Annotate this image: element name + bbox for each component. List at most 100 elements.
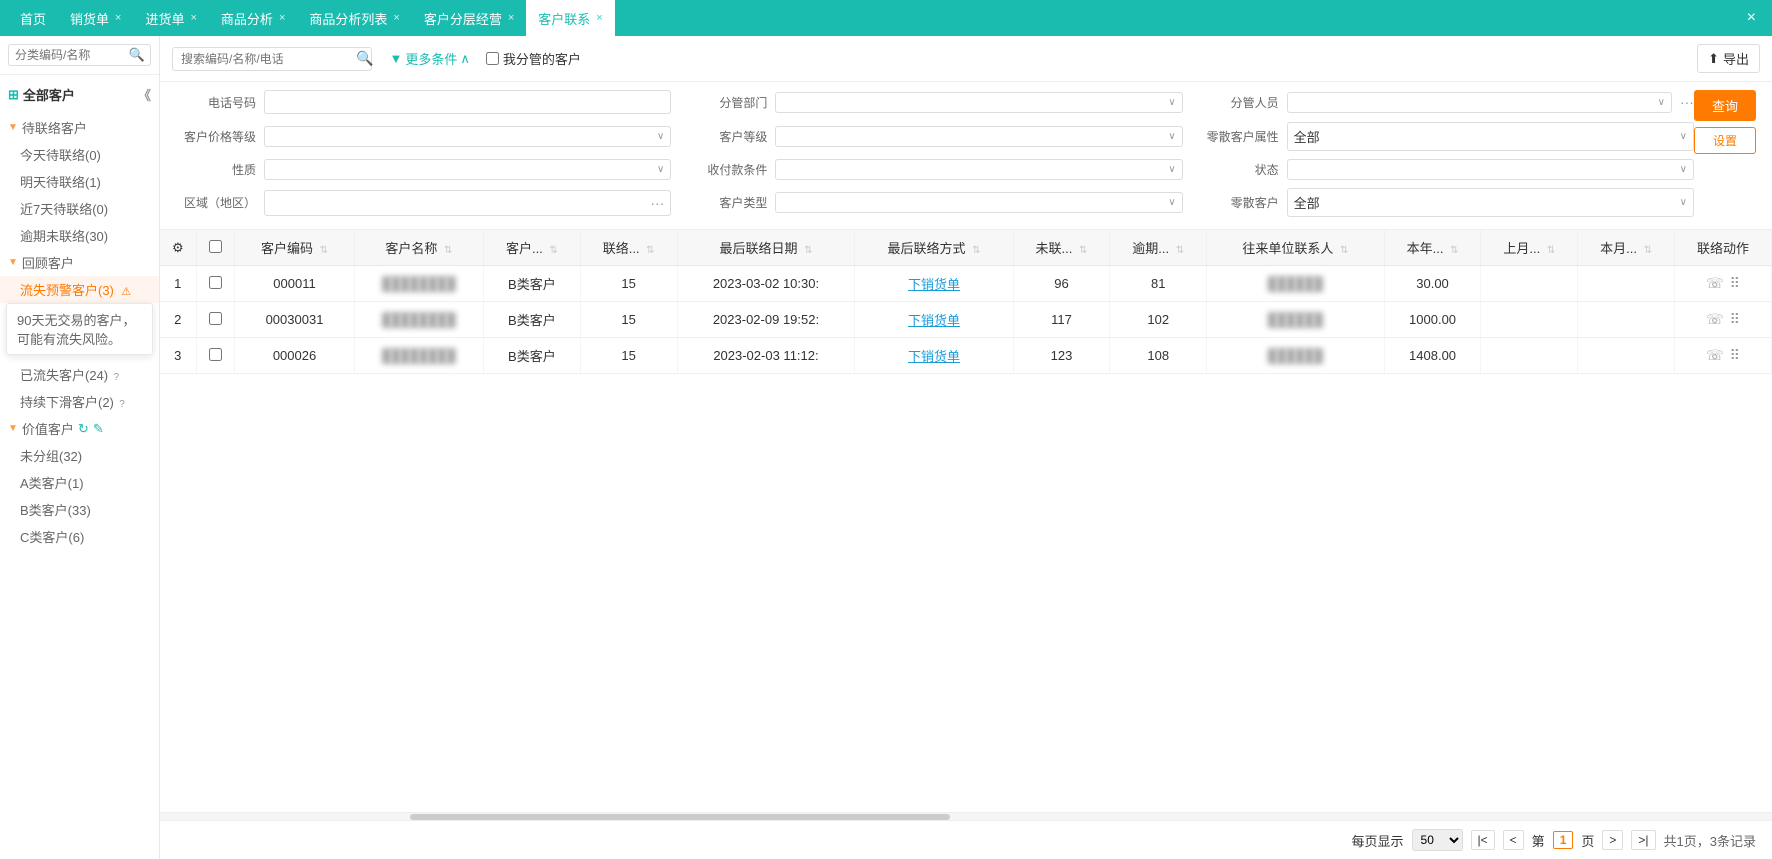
tab-product-analysis[interactable]: 商品分析 ×	[209, 0, 297, 36]
tab-customer-contact[interactable]: 客户联系 ×	[526, 0, 614, 36]
sidebar-item-ungrouped[interactable]: 未分组(32)	[0, 442, 159, 469]
sidebar-item-week-contact[interactable]: 近7天待联络(0)	[0, 195, 159, 222]
th-type[interactable]: 客户... ⇅	[484, 230, 581, 266]
region-select[interactable]: ···	[264, 190, 671, 216]
status-select[interactable]: ∨	[1287, 159, 1694, 180]
more-actions-icon[interactable]: ⠿	[1730, 311, 1740, 328]
th-this-month[interactable]: 本月... ⇅	[1578, 230, 1675, 266]
person-chevron-icon: ∨	[1658, 97, 1665, 108]
th-un-contact[interactable]: 未联... ⇅	[1013, 230, 1110, 266]
close-tab-customer-tier[interactable]: ×	[508, 12, 514, 24]
settings-icon[interactable]: ⚙	[172, 240, 184, 255]
filter-bar: 🔍 ▼ 更多条件 ∧ 我分管的客户 ⬆ 导出	[160, 36, 1772, 82]
sidebar-item-today-contact[interactable]: 今天待联络(0)	[0, 141, 159, 168]
sidebar-item-declining[interactable]: 持续下滑客户(2) ?	[0, 388, 159, 415]
sidebar-item-tomorrow-contact[interactable]: 明天待联络(1)	[0, 168, 159, 195]
filter-field-retail-attr: 零散客户属性 全部 ∨	[1199, 122, 1694, 151]
sort-icon-last-contact-date: ⇅	[804, 245, 812, 256]
contact-icon[interactable]: ☏	[1706, 275, 1724, 292]
settings-button[interactable]: 设置	[1694, 127, 1756, 154]
tab-home[interactable]: 首页	[8, 0, 58, 36]
cell-last-month	[1481, 302, 1578, 338]
table-container: ⚙ 客户编码 ⇅ 客户名称 ⇅	[160, 230, 1772, 812]
sidebar-all-customers[interactable]: ⊞ 全部客户 《	[0, 79, 159, 110]
cell-last-contact-method: 下销货单	[855, 302, 1013, 338]
th-overdue[interactable]: 逾期... ⇅	[1110, 230, 1207, 266]
cell-code: 000026	[235, 338, 354, 374]
sort-icon-overdue: ⇅	[1176, 245, 1184, 256]
contact-icon[interactable]: ☏	[1706, 311, 1724, 328]
sidebar-group-review[interactable]: ▼ 回顾客户	[0, 249, 159, 276]
th-last-contact-date[interactable]: 最后联络日期 ⇅	[677, 230, 855, 266]
collapse-icon[interactable]: 《	[138, 85, 151, 104]
cell-code: 00030031	[235, 302, 354, 338]
retail-attr-select[interactable]: 全部 ∨	[1287, 122, 1694, 151]
tab-product-analysis-list[interactable]: 商品分析列表 ×	[297, 0, 411, 36]
person-select[interactable]: ∨	[1287, 92, 1672, 113]
tab-customer-tier[interactable]: 客户分层经营 ×	[412, 0, 526, 36]
row-checkbox-1[interactable]	[209, 312, 222, 325]
window-close-button[interactable]: ×	[1739, 9, 1764, 27]
sidebar-item-overdue-contact[interactable]: 逾期未联络(30)	[0, 222, 159, 249]
filter-more-conditions-button[interactable]: ▼ 更多条件 ∧	[381, 45, 477, 72]
sidebar-item-type-b[interactable]: B类客户(33)	[0, 496, 159, 523]
person-more-icon[interactable]: ···	[1680, 94, 1694, 110]
phone-input[interactable]	[264, 90, 671, 114]
nature-select[interactable]: ∨	[264, 159, 671, 180]
retail-customer-chevron-icon: ∨	[1680, 197, 1687, 208]
cell-checkbox	[196, 266, 235, 302]
cell-this-year: 1408.00	[1384, 338, 1481, 374]
price-level-select[interactable]: ∨	[264, 126, 671, 147]
contact-icon[interactable]: ☏	[1706, 347, 1724, 364]
scroll-bar-thumb[interactable]	[410, 814, 950, 820]
customer-type-select[interactable]: ∨	[775, 192, 1182, 213]
sidebar-group-value[interactable]: ▼ 价值客户 ↻ ✎	[0, 415, 159, 442]
th-name[interactable]: 客户名称 ⇅	[354, 230, 483, 266]
th-last-month[interactable]: 上月... ⇅	[1481, 230, 1578, 266]
close-tab-product-analysis-list[interactable]: ×	[393, 12, 399, 24]
query-button[interactable]: 查询	[1694, 90, 1756, 121]
value-refresh-icon[interactable]: ↻	[78, 421, 89, 437]
th-last-contact-method[interactable]: 最后联络方式 ⇅	[855, 230, 1013, 266]
tab-sales[interactable]: 销货单 ×	[58, 0, 133, 36]
close-tab-product-analysis[interactable]: ×	[279, 12, 285, 24]
sidebar-item-churn-warning[interactable]: 流失预警客户(3) ⚠	[0, 276, 159, 303]
next-page-button[interactable]: >	[1602, 830, 1623, 850]
per-page-select[interactable]: 50 20 100	[1412, 829, 1463, 851]
horizontal-scrollbar[interactable]	[160, 812, 1772, 820]
close-tab-sales[interactable]: ×	[115, 12, 121, 24]
th-contact[interactable]: 联络... ⇅	[580, 230, 677, 266]
my-customers-checkbox[interactable]	[486, 52, 499, 65]
sidebar-item-churned[interactable]: 已流失客户(24) ?	[0, 361, 159, 388]
cell-this-year: 1000.00	[1384, 302, 1481, 338]
more-actions-icon[interactable]: ⠿	[1730, 275, 1740, 292]
more-actions-icon[interactable]: ⠿	[1730, 347, 1740, 364]
export-button[interactable]: ⬆ 导出	[1697, 44, 1760, 73]
customer-level-select[interactable]: ∨	[775, 126, 1182, 147]
th-this-year[interactable]: 本年... ⇅	[1384, 230, 1481, 266]
sidebar-group-contact[interactable]: ▼ 待联络客户	[0, 114, 159, 141]
sidebar-item-type-a[interactable]: A类客户(1)	[0, 469, 159, 496]
value-edit-icon[interactable]: ✎	[93, 421, 104, 437]
first-page-button[interactable]: |<	[1471, 830, 1495, 850]
close-tab-purchase[interactable]: ×	[190, 12, 196, 24]
th-partner-contact[interactable]: 往来单位联系人 ⇅	[1207, 230, 1385, 266]
select-all-checkbox[interactable]	[209, 240, 222, 253]
close-tab-customer-contact[interactable]: ×	[596, 12, 602, 24]
tab-purchase[interactable]: 进货单 ×	[133, 0, 208, 36]
sidebar-item-type-c[interactable]: C类客户(6)	[0, 523, 159, 550]
sort-icon-partner-contact: ⇅	[1340, 245, 1348, 256]
content-area: 🔍 ▼ 更多条件 ∧ 我分管的客户 ⬆ 导出	[160, 36, 1772, 859]
filter-search-button[interactable]: 🔍	[356, 50, 373, 67]
th-code[interactable]: 客户编码 ⇅	[235, 230, 354, 266]
region-more-icon[interactable]: ···	[650, 195, 664, 211]
prev-page-button[interactable]: <	[1503, 830, 1524, 850]
filter-search-input[interactable]	[172, 47, 372, 71]
row-checkbox-0[interactable]	[209, 276, 222, 289]
retail-customer-select[interactable]: 全部 ∨	[1287, 188, 1694, 217]
last-page-button[interactable]: >|	[1631, 830, 1655, 850]
pay-terms-select[interactable]: ∨	[775, 159, 1182, 180]
department-select[interactable]: ∨	[775, 92, 1182, 113]
my-customers-checkbox-label[interactable]: 我分管的客户	[486, 49, 581, 68]
row-checkbox-2[interactable]	[209, 348, 222, 361]
